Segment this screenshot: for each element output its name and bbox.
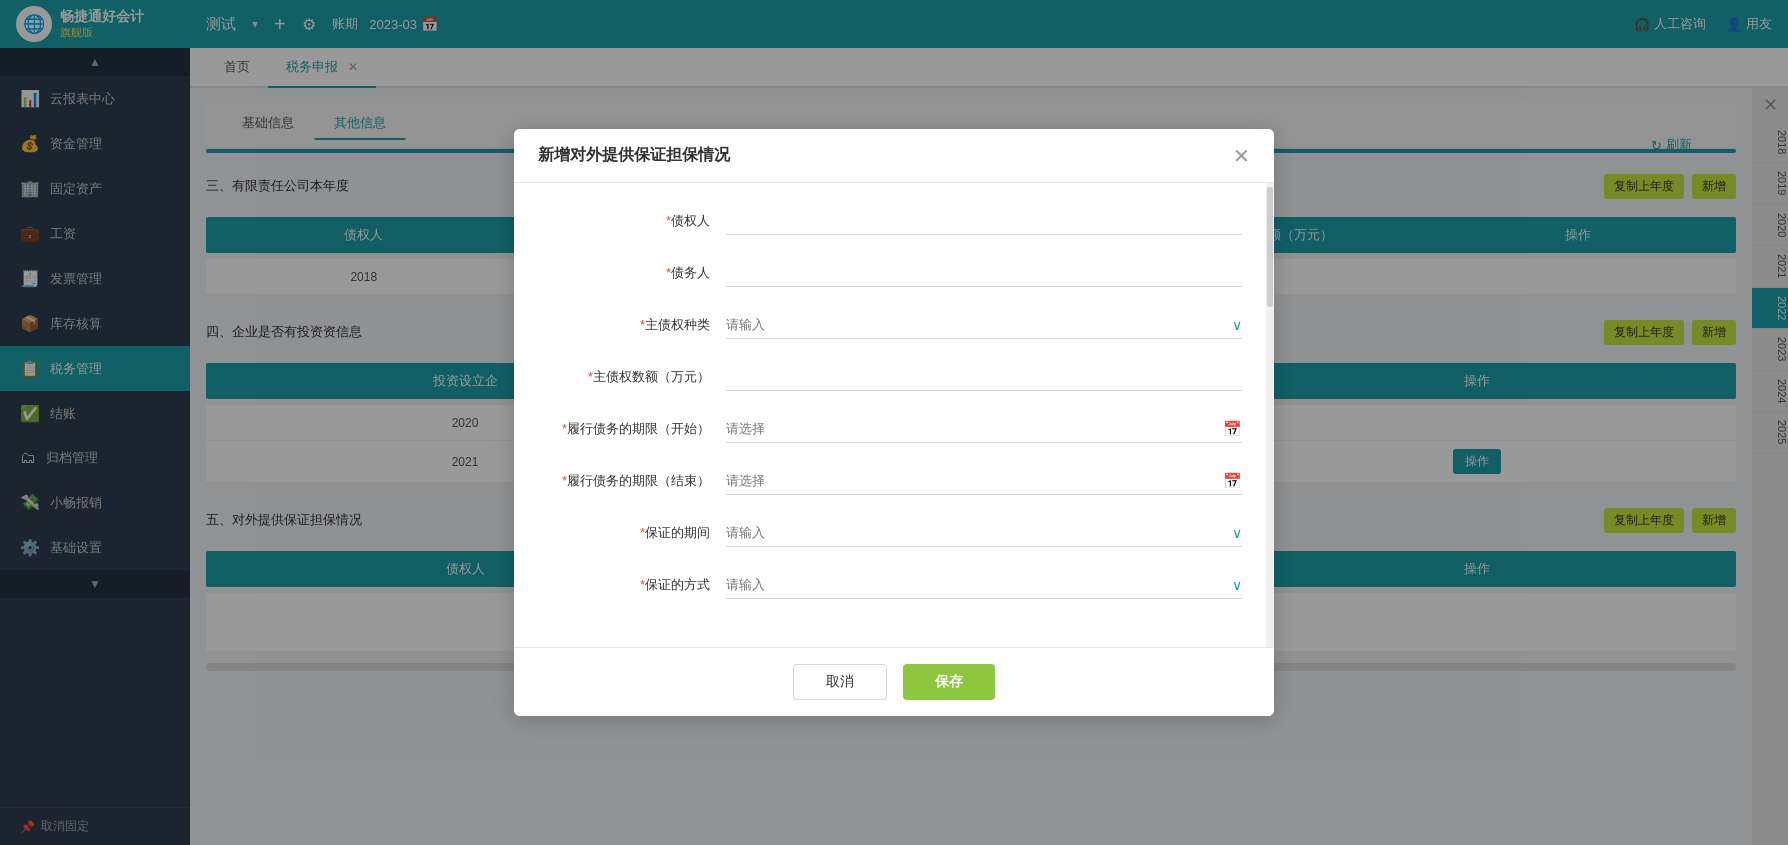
label-perform-start: *履行债务的期限（开始） xyxy=(546,420,726,438)
field-perform-end: *履行债务的期限（结束） 📅 xyxy=(546,467,1242,495)
date-wrapper-start: 📅 xyxy=(726,415,1242,443)
label-perform-end: *履行债务的期限（结束） xyxy=(546,472,726,490)
label-claim-amount: *主债权数额（万元） xyxy=(546,368,726,386)
calendar-start-icon[interactable]: 📅 xyxy=(1223,420,1242,438)
modal-body: *债权人 *债务人 *主债权种类 ∨ xyxy=(514,183,1274,647)
required-star-8: * xyxy=(640,577,645,592)
select-wrapper-period: ∨ xyxy=(726,519,1242,547)
field-debtor: *债务人 xyxy=(546,259,1242,287)
required-star-3: * xyxy=(640,317,645,332)
required-star-6: * xyxy=(562,473,567,488)
cancel-button[interactable]: 取消 xyxy=(793,664,887,700)
calendar-end-icon[interactable]: 📅 xyxy=(1223,472,1242,490)
input-debtor[interactable] xyxy=(726,259,1242,287)
dropdown-arrow-period[interactable]: ∨ xyxy=(1232,525,1242,541)
select-guarantee-method[interactable] xyxy=(726,571,1232,598)
field-claim-type: *主债权种类 ∨ xyxy=(546,311,1242,339)
label-claim-type: *主债权种类 xyxy=(546,316,726,334)
label-creditor: *债权人 xyxy=(546,212,726,230)
required-star: * xyxy=(666,213,671,228)
field-claim-amount: *主债权数额（万元） xyxy=(546,363,1242,391)
required-star-2: * xyxy=(666,265,671,280)
select-claim-type[interactable] xyxy=(726,311,1232,338)
input-claim-amount[interactable] xyxy=(726,363,1242,391)
modal-title: 新增对外提供保证担保情况 xyxy=(538,145,730,166)
required-star-7: * xyxy=(640,525,645,540)
required-star-4: * xyxy=(588,369,593,384)
dropdown-arrow-claim-type[interactable]: ∨ xyxy=(1232,317,1242,333)
modal-scrollbar-thumb xyxy=(1267,187,1273,307)
modal-overlay: 新增对外提供保证担保情况 ✕ *债权人 *债务人 *主 xyxy=(0,0,1788,845)
label-guarantee-method: *保证的方式 xyxy=(546,576,726,594)
date-wrapper-end: 📅 xyxy=(726,467,1242,495)
label-guarantee-period: *保证的期间 xyxy=(546,524,726,542)
save-button[interactable]: 保存 xyxy=(903,664,995,700)
field-creditor: *债权人 xyxy=(546,207,1242,235)
input-creditor[interactable] xyxy=(726,207,1242,235)
date-input-end[interactable] xyxy=(726,467,1223,494)
dropdown-arrow-method[interactable]: ∨ xyxy=(1232,577,1242,593)
select-wrapper-method: ∨ xyxy=(726,571,1242,599)
field-perform-start: *履行债务的期限（开始） 📅 xyxy=(546,415,1242,443)
modal-add-guarantee: 新增对外提供保证担保情况 ✕ *债权人 *债务人 *主 xyxy=(514,129,1274,716)
date-input-start[interactable] xyxy=(726,415,1223,442)
select-guarantee-period[interactable] xyxy=(726,519,1232,546)
required-star-5: * xyxy=(562,421,567,436)
modal-header: 新增对外提供保证担保情况 ✕ xyxy=(514,129,1274,183)
select-wrapper-claim-type: ∨ xyxy=(726,311,1242,339)
modal-close-button[interactable]: ✕ xyxy=(1233,146,1250,166)
modal-footer: 取消 保存 xyxy=(514,647,1274,716)
modal-scrollbar[interactable] xyxy=(1266,183,1274,647)
field-guarantee-method: *保证的方式 ∨ xyxy=(546,571,1242,599)
label-debtor: *债务人 xyxy=(546,264,726,282)
field-guarantee-period: *保证的期间 ∨ xyxy=(546,519,1242,547)
